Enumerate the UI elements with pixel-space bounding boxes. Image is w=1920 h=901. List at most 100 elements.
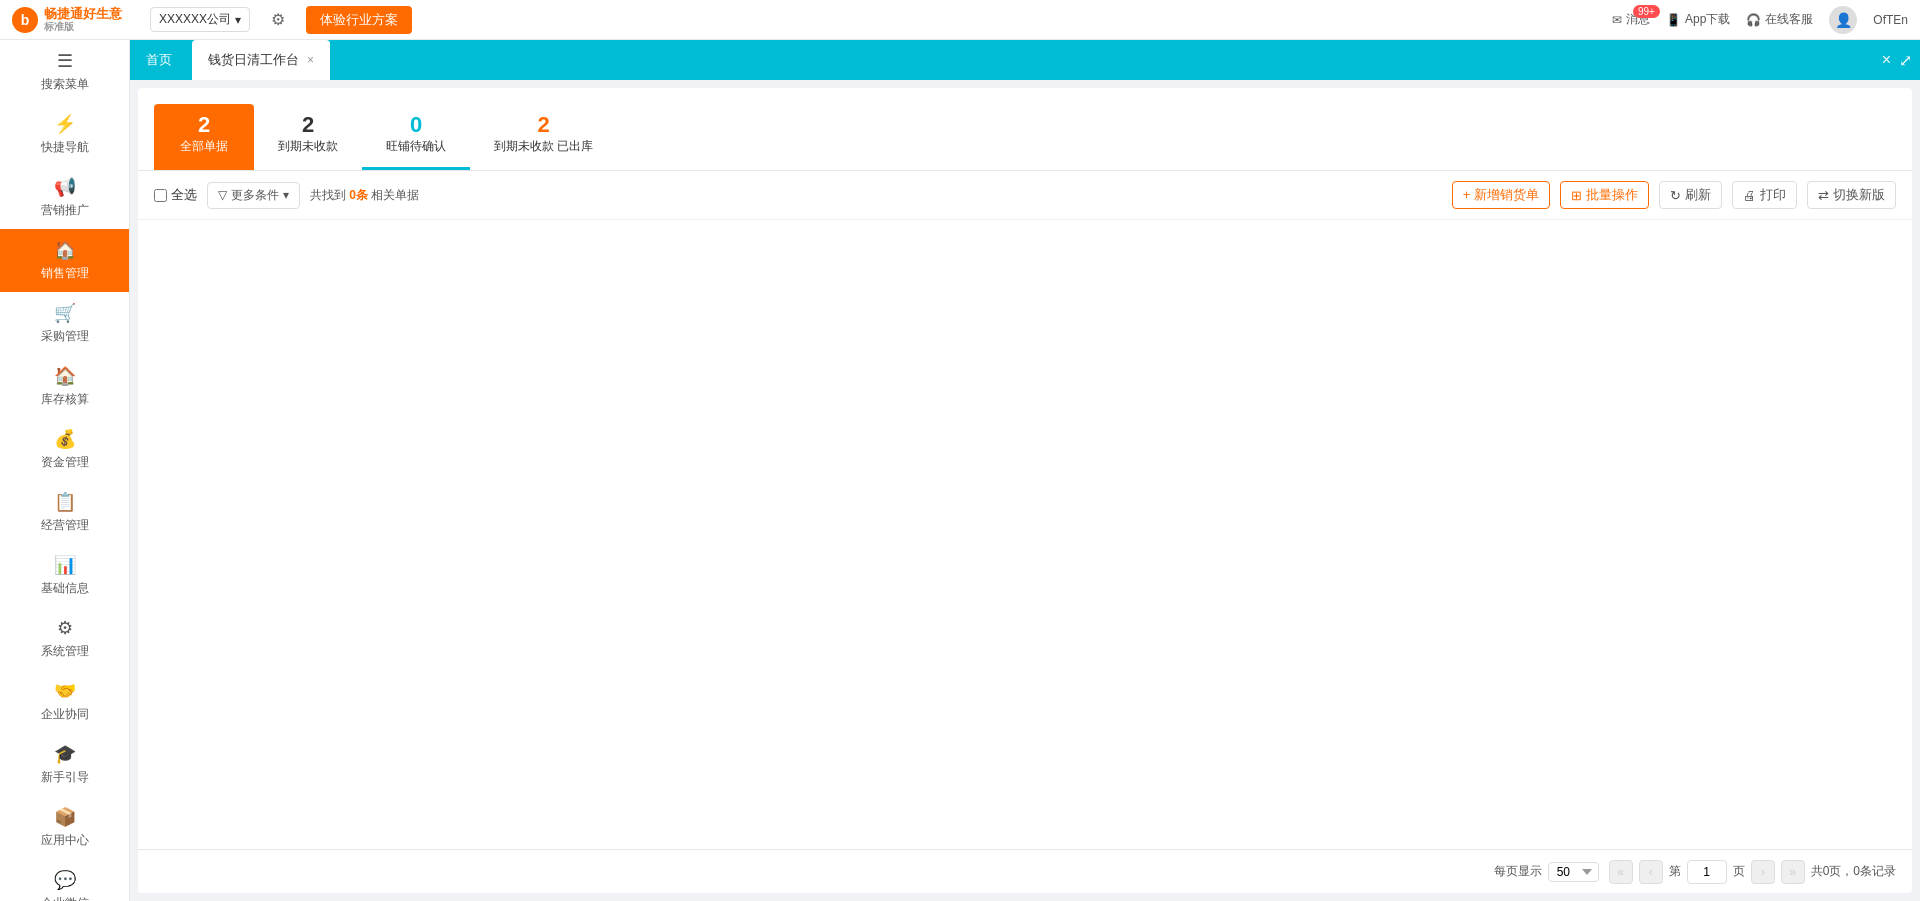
filter-label: 更多条件: [231, 187, 279, 204]
found-suffix: 相关单据: [371, 188, 419, 202]
minimize-icon[interactable]: ×: [1882, 51, 1891, 69]
next-page-button[interactable]: ›: [1751, 860, 1775, 884]
refresh-icon: ↻: [1670, 188, 1681, 203]
top-bar-right: ✉ 消息 99+ 📱 App下载 🎧 在线客服 👤 OfTEn: [1612, 6, 1908, 34]
per-page-select[interactable]: 50 100 200: [1548, 862, 1599, 882]
company-name: XXXXXX公司: [159, 11, 231, 28]
system-icon: ⚙: [57, 617, 73, 639]
sidebar-item-capital[interactable]: 💰 资金管理: [0, 418, 129, 481]
select-all-label: 全选: [171, 186, 197, 204]
basic-info-icon: 📊: [54, 554, 76, 576]
sidebar-label-purchase: 采购管理: [41, 328, 89, 345]
app-download-icon: 📱: [1666, 13, 1681, 27]
print-label: 打印: [1760, 186, 1786, 204]
summary-tab-overdue-label: 到期未收款: [278, 138, 338, 155]
sidebar-item-app-center[interactable]: 📦 应用中心: [0, 796, 129, 859]
sidebar-item-search-menu[interactable]: ☰ 搜索菜单: [0, 40, 129, 103]
summary-tab-all-label: 全部单据: [180, 138, 228, 155]
avatar-name: OfTEn: [1873, 13, 1908, 27]
sidebar: ☰ 搜索菜单 ⚡ 快捷导航 📢 营销推广 🏠 销售管理 🛒 采购管理 🏠 库存核…: [0, 40, 130, 901]
select-all-input[interactable]: [154, 189, 167, 202]
operation-icon: 📋: [54, 491, 76, 513]
sidebar-item-system[interactable]: ⚙ 系统管理: [0, 607, 129, 670]
sidebar-item-guide[interactable]: 🎓 新手引导: [0, 733, 129, 796]
app-download-label: App下载: [1685, 11, 1730, 28]
summary-tab-overdue-out-num: 2: [538, 112, 550, 138]
sidebar-label-inventory: 库存核算: [41, 391, 89, 408]
settings-icon[interactable]: ⚙: [266, 8, 290, 32]
capital-icon: 💰: [54, 428, 76, 450]
message-badge: 99+: [1633, 5, 1660, 18]
filter-button[interactable]: ▽ 更多条件 ▾: [207, 182, 300, 209]
last-page-button[interactable]: »: [1781, 860, 1805, 884]
found-text: 共找到 0条 相关单据: [310, 187, 419, 204]
refresh-button[interactable]: ↻ 刷新: [1659, 181, 1722, 209]
summary-tab-overdue[interactable]: 2 到期未收款: [254, 104, 362, 170]
summary-tab-overdue-out[interactable]: 2 到期未收款 已出库: [470, 104, 617, 170]
content-area: 首页 钱货日清工作台 × × ⤢ 2 全部单据 2 到期未收款: [130, 40, 1920, 901]
found-prefix: 共找到: [310, 188, 346, 202]
summary-tab-pending-num: 0: [410, 112, 422, 138]
summary-tab-all[interactable]: 2 全部单据: [154, 104, 254, 170]
tab-label-qianhuoricin: 钱货日清工作台: [208, 51, 299, 69]
filter-icon: ▽: [218, 188, 227, 202]
summary-tab-pending[interactable]: 0 旺铺待确认: [362, 104, 470, 170]
print-icon: 🖨: [1743, 188, 1756, 203]
sidebar-label-search-menu: 搜索菜单: [41, 76, 89, 93]
sidebar-item-operation[interactable]: 📋 经营管理: [0, 481, 129, 544]
sidebar-label-wechat: 企业微信: [41, 895, 89, 901]
sidebar-item-sales[interactable]: 🏠 销售管理: [0, 229, 129, 292]
maximize-icon[interactable]: ⤢: [1899, 51, 1912, 70]
enterprise-icon: 🤝: [54, 680, 76, 702]
switch-version-button[interactable]: ⇄ 切换新版: [1807, 181, 1896, 209]
sidebar-label-app-center: 应用中心: [41, 832, 89, 849]
tab-qianhuoricin[interactable]: 钱货日清工作台 ×: [192, 40, 330, 80]
purchase-icon: 🛒: [54, 302, 76, 324]
first-page-button[interactable]: «: [1609, 860, 1633, 884]
sidebar-label-operation: 经营管理: [41, 517, 89, 534]
page-input[interactable]: [1687, 860, 1727, 884]
sidebar-label-marketing: 营销推广: [41, 202, 89, 219]
company-selector[interactable]: XXXXXX公司 ▾: [150, 7, 250, 32]
message-button[interactable]: ✉ 消息 99+: [1612, 11, 1650, 28]
tab-home[interactable]: 首页: [130, 40, 188, 80]
batch-operation-button[interactable]: ⊞ 批量操作: [1560, 181, 1649, 209]
logo-icon: b: [12, 7, 38, 33]
tab-bar: 首页 钱货日清工作台 × × ⤢: [130, 40, 1920, 80]
sidebar-item-enterprise[interactable]: 🤝 企业协同: [0, 670, 129, 733]
select-all-checkbox[interactable]: 全选: [154, 186, 197, 204]
top-bar: b 畅捷通好生意 标准版 XXXXXX公司 ▾ ⚙ 体验行业方案 ✉ 消息 99…: [0, 0, 1920, 40]
sidebar-item-purchase[interactable]: 🛒 采购管理: [0, 292, 129, 355]
batch-label: 批量操作: [1586, 186, 1638, 204]
sidebar-label-enterprise: 企业协同: [41, 706, 89, 723]
sidebar-item-wechat[interactable]: 💬 企业微信: [0, 859, 129, 901]
sidebar-label-basic-info: 基础信息: [41, 580, 89, 597]
summary-tab-pending-label: 旺铺待确认: [386, 138, 446, 155]
sidebar-item-marketing[interactable]: 📢 营销推广: [0, 166, 129, 229]
summary-tab-overdue-out-label: 到期未收款 已出库: [494, 138, 593, 155]
app-title: 畅捷通好生意: [44, 6, 122, 22]
print-button[interactable]: 🖨 打印: [1732, 181, 1797, 209]
sidebar-item-inventory[interactable]: 🏠 库存核算: [0, 355, 129, 418]
avatar[interactable]: 👤: [1829, 6, 1857, 34]
avatar-icon: 👤: [1835, 12, 1852, 28]
tab-close-icon[interactable]: ×: [307, 53, 314, 67]
add-sales-order-button[interactable]: + 新增销货单: [1452, 181, 1550, 209]
top-bar-left: b 畅捷通好生意 标准版 XXXXXX公司 ▾ ⚙ 体验行业方案: [12, 6, 412, 34]
logo-text: 畅捷通好生意 标准版: [44, 6, 122, 34]
wechat-icon: 💬: [54, 869, 76, 891]
online-service-label: 在线客服: [1765, 11, 1813, 28]
toolbar-left: 全选 ▽ 更多条件 ▾ 共找到 0条 相关单据: [154, 182, 1440, 209]
sidebar-item-basic-info[interactable]: 📊 基础信息: [0, 544, 129, 607]
toolbar-right: + 新增销货单 ⊞ 批量操作 ↻ 刷新 🖨 打印 ⇄: [1452, 181, 1896, 209]
prev-page-button[interactable]: ‹: [1639, 860, 1663, 884]
online-service-button[interactable]: 🎧 在线客服: [1746, 11, 1813, 28]
trial-button[interactable]: 体验行业方案: [306, 6, 412, 34]
page-suffix: 页: [1733, 863, 1745, 880]
sidebar-label-quick-nav: 快捷导航: [41, 139, 89, 156]
logo-area: b 畅捷通好生意 标准版: [12, 6, 122, 34]
sidebar-item-quick-nav[interactable]: ⚡ 快捷导航: [0, 103, 129, 166]
found-count: 0条: [349, 188, 368, 202]
switch-label: 切换新版: [1833, 186, 1885, 204]
app-download-button[interactable]: 📱 App下载: [1666, 11, 1730, 28]
